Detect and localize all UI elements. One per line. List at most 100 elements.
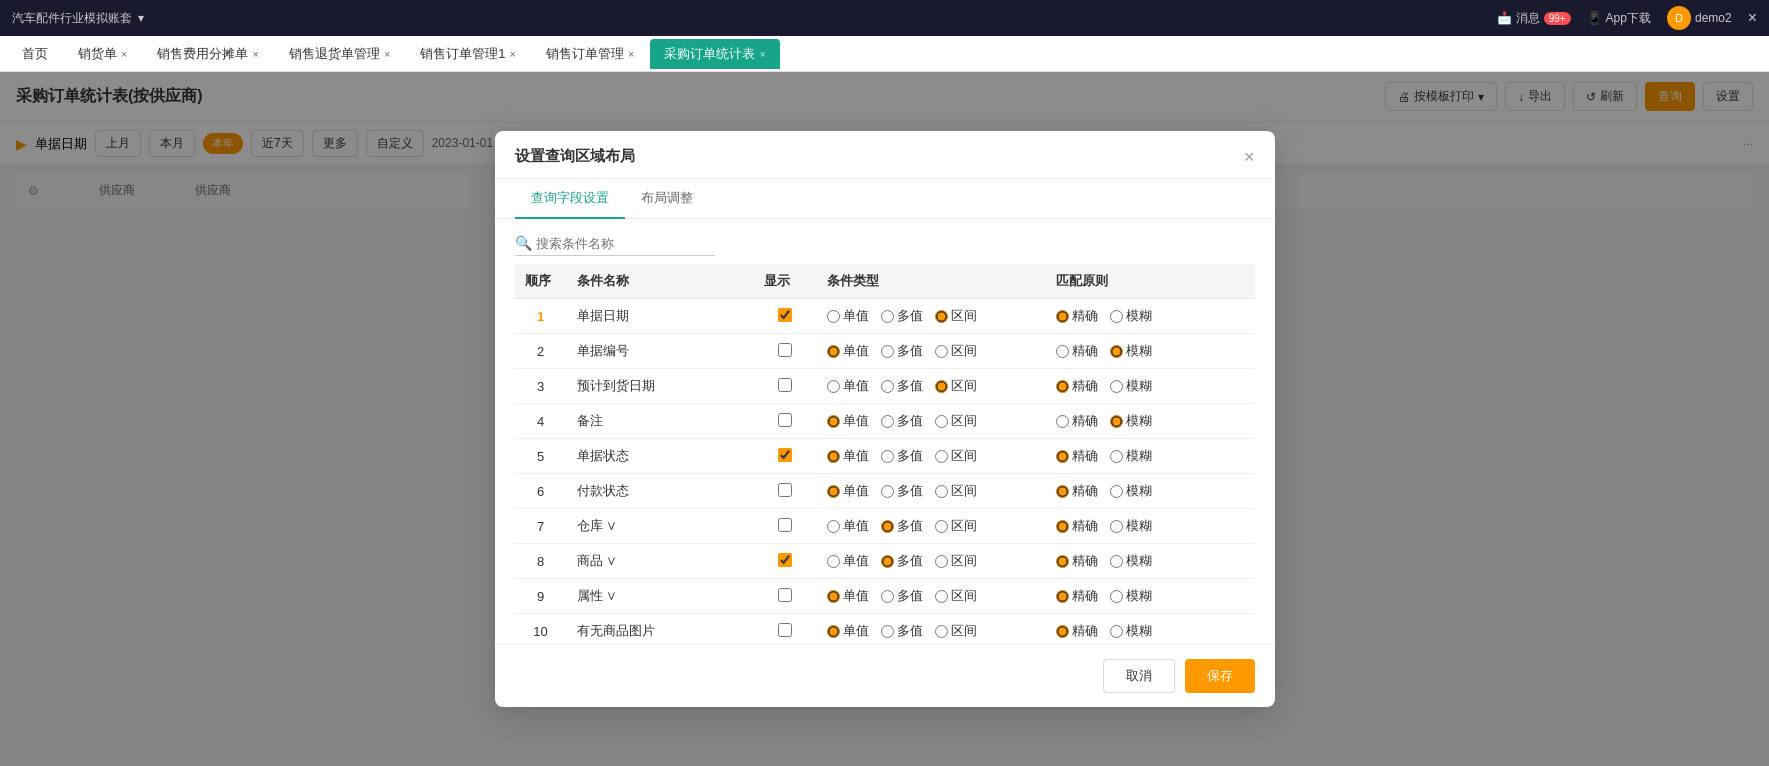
cell-match-7[interactable]: 精确模糊: [1046, 544, 1254, 579]
type-radio-range-4[interactable]: 区间: [935, 447, 977, 465]
type-radio-multi-0[interactable]: 多值: [881, 307, 923, 325]
tab-sales-order-mgmt1-close[interactable]: ×: [510, 48, 516, 60]
cell-match-6[interactable]: 精确模糊: [1046, 509, 1254, 544]
cell-show-7[interactable]: [754, 544, 817, 579]
show-checkbox-2[interactable]: [778, 378, 792, 392]
save-button[interactable]: 保存: [1185, 659, 1255, 693]
cell-type-6[interactable]: 单值多值区间: [817, 509, 1046, 544]
cell-show-8[interactable]: [754, 579, 817, 614]
type-radio-range-8[interactable]: 区间: [935, 587, 977, 605]
cell-type-9[interactable]: 单值多值区间: [817, 614, 1046, 645]
tab-sales-order-close[interactable]: ×: [121, 48, 127, 60]
type-radio-single-4[interactable]: 单值: [827, 447, 869, 465]
cell-type-1[interactable]: 单值多值区间: [817, 334, 1046, 369]
type-radio-range-2[interactable]: 区间: [935, 377, 977, 395]
user-item[interactable]: D demo2: [1667, 6, 1732, 30]
cell-match-2[interactable]: 精确模糊: [1046, 369, 1254, 404]
match-radio-exact-3[interactable]: 精确: [1056, 412, 1098, 430]
cell-show-5[interactable]: [754, 474, 817, 509]
cell-show-2[interactable]: [754, 369, 817, 404]
match-radio-fuzzy-9[interactable]: 模糊: [1110, 622, 1152, 640]
match-radio-exact-5[interactable]: 精确: [1056, 482, 1098, 500]
cell-match-1[interactable]: 精确模糊: [1046, 334, 1254, 369]
match-radio-fuzzy-0[interactable]: 模糊: [1110, 307, 1152, 325]
tab-sales-order-mgmt[interactable]: 销售订单管理 ×: [532, 39, 648, 69]
tab-sales-order[interactable]: 销货单 ×: [64, 39, 141, 69]
app-download-item[interactable]: 📱 App下载: [1587, 10, 1651, 27]
tab-purchase-stats[interactable]: 采购订单统计表 ×: [650, 39, 779, 69]
type-radio-single-9[interactable]: 单值: [827, 622, 869, 640]
cell-match-5[interactable]: 精确模糊: [1046, 474, 1254, 509]
cell-match-4[interactable]: 精确模糊: [1046, 439, 1254, 474]
type-radio-single-6[interactable]: 单值: [827, 517, 869, 535]
tab-sales-expense-close[interactable]: ×: [252, 48, 258, 60]
match-radio-exact-4[interactable]: 精确: [1056, 447, 1098, 465]
cell-match-8[interactable]: 精确模糊: [1046, 579, 1254, 614]
type-radio-single-3[interactable]: 单值: [827, 412, 869, 430]
match-radio-exact-7[interactable]: 精确: [1056, 552, 1098, 570]
cell-match-3[interactable]: 精确模糊: [1046, 404, 1254, 439]
show-checkbox-8[interactable]: [778, 588, 792, 602]
tab-sales-order-mgmt-close[interactable]: ×: [628, 48, 634, 60]
match-radio-fuzzy-2[interactable]: 模糊: [1110, 377, 1152, 395]
type-radio-multi-6[interactable]: 多值: [881, 517, 923, 535]
type-radio-multi-7[interactable]: 多值: [881, 552, 923, 570]
match-radio-exact-8[interactable]: 精确: [1056, 587, 1098, 605]
show-checkbox-7[interactable]: [778, 553, 792, 567]
cell-show-6[interactable]: [754, 509, 817, 544]
type-radio-single-7[interactable]: 单值: [827, 552, 869, 570]
cell-show-3[interactable]: [754, 404, 817, 439]
cell-show-0[interactable]: [754, 299, 817, 334]
type-radio-single-8[interactable]: 单值: [827, 587, 869, 605]
type-radio-range-6[interactable]: 区间: [935, 517, 977, 535]
cell-type-7[interactable]: 单值多值区间: [817, 544, 1046, 579]
cell-type-8[interactable]: 单值多值区间: [817, 579, 1046, 614]
match-radio-fuzzy-4[interactable]: 模糊: [1110, 447, 1152, 465]
dialog-tab-layout[interactable]: 布局调整: [625, 179, 709, 219]
tab-sales-order-mgmt1[interactable]: 销售订单管理1 ×: [406, 39, 530, 69]
match-radio-fuzzy-6[interactable]: 模糊: [1110, 517, 1152, 535]
type-radio-multi-2[interactable]: 多值: [881, 377, 923, 395]
type-radio-multi-9[interactable]: 多值: [881, 622, 923, 640]
show-checkbox-0[interactable]: [778, 308, 792, 322]
type-radio-multi-4[interactable]: 多值: [881, 447, 923, 465]
cell-show-1[interactable]: [754, 334, 817, 369]
message-item[interactable]: 📩 消息 99+: [1497, 10, 1571, 27]
type-radio-range-9[interactable]: 区间: [935, 622, 977, 640]
top-close-button[interactable]: ×: [1748, 9, 1757, 27]
match-radio-exact-9[interactable]: 精确: [1056, 622, 1098, 640]
cell-type-4[interactable]: 单值多值区间: [817, 439, 1046, 474]
tab-sales-return[interactable]: 销售退货单管理 ×: [275, 39, 404, 69]
cell-match-9[interactable]: 精确模糊: [1046, 614, 1254, 645]
cell-type-5[interactable]: 单值多值区间: [817, 474, 1046, 509]
match-radio-exact-2[interactable]: 精确: [1056, 377, 1098, 395]
type-radio-multi-3[interactable]: 多值: [881, 412, 923, 430]
show-checkbox-4[interactable]: [778, 448, 792, 462]
show-checkbox-5[interactable]: [778, 483, 792, 497]
match-radio-fuzzy-5[interactable]: 模糊: [1110, 482, 1152, 500]
tab-sales-expense[interactable]: 销售费用分摊单 ×: [143, 39, 272, 69]
type-radio-range-7[interactable]: 区间: [935, 552, 977, 570]
dialog-close-button[interactable]: ×: [1244, 148, 1255, 166]
tab-sales-return-close[interactable]: ×: [384, 48, 390, 60]
type-radio-range-3[interactable]: 区间: [935, 412, 977, 430]
type-radio-range-0[interactable]: 区间: [935, 307, 977, 325]
type-radio-single-2[interactable]: 单值: [827, 377, 869, 395]
cell-type-0[interactable]: 单值多值区间: [817, 299, 1046, 334]
cell-type-3[interactable]: 单值多值区间: [817, 404, 1046, 439]
show-checkbox-1[interactable]: [778, 343, 792, 357]
dialog-tab-query-fields[interactable]: 查询字段设置: [515, 179, 625, 219]
match-radio-fuzzy-7[interactable]: 模糊: [1110, 552, 1152, 570]
type-radio-range-1[interactable]: 区间: [935, 342, 977, 360]
show-checkbox-9[interactable]: [778, 623, 792, 637]
cell-type-2[interactable]: 单值多值区间: [817, 369, 1046, 404]
type-radio-single-5[interactable]: 单值: [827, 482, 869, 500]
type-radio-range-5[interactable]: 区间: [935, 482, 977, 500]
match-radio-fuzzy-3[interactable]: 模糊: [1110, 412, 1152, 430]
search-input[interactable]: [536, 236, 706, 251]
match-radio-fuzzy-1[interactable]: 模糊: [1110, 342, 1152, 360]
cancel-button[interactable]: 取消: [1103, 659, 1175, 693]
match-radio-exact-1[interactable]: 精确: [1056, 342, 1098, 360]
type-radio-multi-8[interactable]: 多值: [881, 587, 923, 605]
type-radio-single-0[interactable]: 单值: [827, 307, 869, 325]
